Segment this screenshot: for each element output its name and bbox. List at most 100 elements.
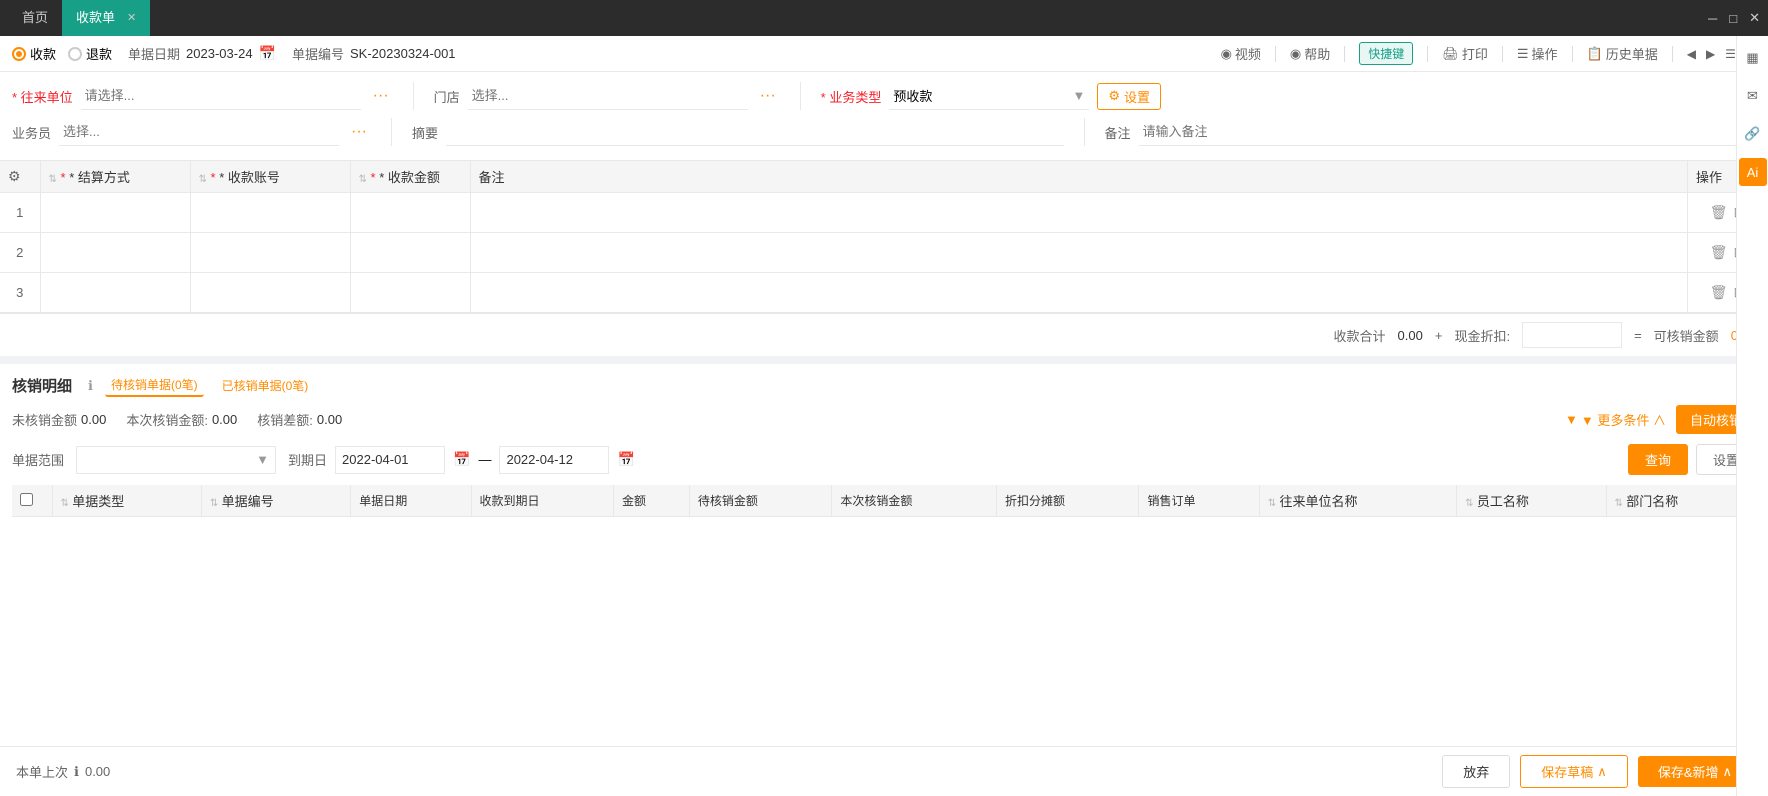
shop-input[interactable] [468, 82, 748, 110]
row3-seq: 3 [0, 273, 40, 313]
sidebar-mail-icon[interactable]: ✉ [1739, 82, 1767, 110]
range-select[interactable]: ▼ [76, 446, 276, 474]
row1-settle-cell[interactable] [40, 193, 190, 233]
query-button[interactable]: 查询 [1628, 444, 1688, 475]
nav-tab-receipt-label: 收款单 [76, 0, 115, 36]
print-action[interactable]: 🖨 打印 [1442, 44, 1488, 63]
save-draft-arrow: ∧ [1597, 764, 1607, 780]
date-to-icon[interactable]: 📅 [617, 451, 634, 468]
settings-label: 设置 [1124, 87, 1150, 106]
remark-input[interactable] [1139, 118, 1756, 146]
receipt-table: ⚙ ⇅ * * 结算方式 ⇅ * * 收款账号 ⇅ * [0, 161, 1768, 313]
sales-rep-more-btn[interactable]: ··· [347, 123, 371, 141]
shop-more-btn[interactable]: ··· [756, 87, 780, 105]
form-row-2: 业务员 ··· 摘要 备注 [12, 118, 1756, 146]
row1-amount-cell[interactable] [350, 193, 470, 233]
row3-amount-cell[interactable] [350, 273, 470, 313]
bill-date-label: 单据日期 [128, 44, 180, 63]
reconcile-tab-done[interactable]: 已核销单据(0笔) [216, 375, 315, 396]
row2-amount-cell[interactable] [350, 233, 470, 273]
summary-input[interactable] [446, 118, 1063, 146]
sidebar-attachment-icon[interactable]: 🔗 [1739, 120, 1767, 148]
close-tab-icon[interactable]: ✕ [127, 0, 136, 36]
employee-sort[interactable]: ⇅ [1465, 498, 1473, 509]
table-header-row: ⚙ ⇅ * * 结算方式 ⇅ * * 收款账号 ⇅ * [0, 161, 1768, 193]
amount-sort-icon[interactable]: ⇅ [359, 174, 367, 185]
amount-col-label: * 收款金额 [379, 170, 440, 185]
total-value: 0.00 [1398, 328, 1423, 343]
row3-settle-cell[interactable] [40, 273, 190, 313]
more-conditions-btn[interactable]: ▼ ▼ 更多条件 ∧ [1565, 410, 1666, 429]
table-icon: ▦ [1746, 50, 1758, 66]
col-header-gear[interactable]: ⚙ [0, 161, 40, 193]
select-all-checkbox[interactable] [20, 493, 33, 506]
form-row-1: * 往来单位 ··· 门店 ··· * 业务类型 预收款 ▼ ⚙ 设置 [12, 82, 1756, 110]
date-from-icon[interactable]: 📅 [453, 451, 470, 468]
table-gear-icon[interactable]: ⚙ [8, 168, 21, 184]
operate-action[interactable]: ☰ 操作 [1517, 44, 1558, 63]
layout-list-icon[interactable]: ☰ [1725, 47, 1736, 61]
history-action[interactable]: 📋 历史单据 [1587, 44, 1658, 63]
video-action[interactable]: ◉ 视频 [1221, 44, 1261, 63]
sales-rep-label: 业务员 [12, 123, 51, 142]
reconcile-info-icon[interactable]: ℹ [88, 378, 93, 394]
row2-account-cell[interactable] [190, 233, 350, 273]
sidebar-table-icon[interactable]: ▦ [1739, 44, 1767, 72]
window-close-icon[interactable]: ✕ [1749, 10, 1760, 26]
bottom-bar: 本单上次 ℹ 0.00 放弃 保存草稿 ∧ 保存&新增 ∧ [0, 746, 1768, 796]
counterparty-input[interactable] [81, 82, 361, 110]
radio-receipt[interactable]: 收款 [12, 44, 56, 63]
sidebar-ai-icon[interactable]: Ai [1739, 158, 1767, 186]
due-date-from-input[interactable]: 2022-04-01 [335, 446, 445, 474]
available-label: 可核销金额 [1654, 326, 1719, 345]
prev-next-info-icon[interactable]: ℹ [74, 764, 79, 780]
row2-remark-cell[interactable] [470, 233, 1688, 273]
window-minimize-icon[interactable]: ─ [1708, 11, 1717, 26]
diff-value: 0.00 [317, 412, 342, 427]
calendar-icon[interactable]: 📅 [259, 45, 276, 62]
dept-sort[interactable]: ⇅ [1615, 498, 1623, 509]
row3-delete-btn[interactable]: 🗑 [1710, 284, 1728, 301]
save-new-label: 保存&新增 [1658, 762, 1719, 781]
nav-tab-home[interactable]: 首页 [8, 0, 62, 36]
due-date-to-input[interactable]: 2022-04-12 [499, 446, 609, 474]
col-header-remark: 备注 [470, 161, 1688, 193]
nav-tab-receipt[interactable]: 收款单 ✕ [62, 0, 150, 36]
save-new-button[interactable]: 保存&新增 ∧ [1638, 756, 1752, 787]
settle-sort-icon[interactable]: ⇅ [49, 174, 57, 185]
radio-refund[interactable]: 退款 [68, 44, 112, 63]
bill-no-sort[interactable]: ⇅ [210, 498, 218, 509]
business-type-select[interactable]: 预收款 ▼ [889, 82, 1089, 110]
business-type-arrow: ▼ [1072, 88, 1085, 103]
save-draft-button[interactable]: 保存草稿 ∧ [1520, 755, 1628, 788]
help-action[interactable]: ◉ 帮助 [1290, 44, 1330, 63]
video-icon: ◉ [1221, 46, 1232, 62]
reconcile-tab-pending[interactable]: 待核销单据(0笔) [105, 374, 204, 397]
sales-rep-input[interactable] [59, 118, 339, 146]
receipt-table-container: ⚙ ⇅ * * 结算方式 ⇅ * * 收款账号 ⇅ * [0, 160, 1768, 313]
row1-account-cell[interactable] [190, 193, 350, 233]
row1-delete-btn[interactable]: 🗑 [1710, 204, 1728, 221]
window-maximize-icon[interactable]: □ [1729, 11, 1737, 26]
account-sort-icon[interactable]: ⇅ [199, 174, 207, 185]
main-content: 收款 退款 单据日期 2023-03-24 📅 单据编号 SK-20230324… [0, 36, 1768, 796]
table-row: 2 🗑 ⊞ [0, 233, 1768, 273]
nav-next-icon[interactable]: ▶ [1706, 47, 1715, 61]
discount-input[interactable] [1522, 322, 1622, 348]
ai-icon: Ai [1747, 165, 1759, 180]
row2-settle-cell[interactable] [40, 233, 190, 273]
bill-type-sort[interactable]: ⇅ [61, 498, 69, 509]
shortcut-button[interactable]: 快捷键 [1359, 42, 1413, 65]
counterparty-more-btn[interactable]: ··· [369, 87, 393, 105]
nav-prev-icon[interactable]: ◀ [1687, 47, 1696, 61]
row3-remark-cell[interactable] [470, 273, 1688, 313]
row1-remark-cell[interactable] [470, 193, 1688, 233]
reconcile-section: 核销明细 ℹ 待核销单据(0笔) 已核销单据(0笔) 未核销金额 0.00 本次… [0, 356, 1768, 746]
summary-label: 摘要 [412, 123, 438, 142]
counterparty-sort[interactable]: ⇅ [1268, 498, 1276, 509]
discard-button[interactable]: 放弃 [1442, 755, 1510, 788]
settings-button[interactable]: ⚙ 设置 [1097, 83, 1161, 110]
row3-account-cell[interactable] [190, 273, 350, 313]
row2-delete-btn[interactable]: 🗑 [1710, 244, 1728, 261]
reconcile-table-wrap: ⇅ 单据类型 ⇅ 单据编号 单据日期 收款到期日 金额 待核销金额 本次核销金额… [12, 485, 1756, 746]
